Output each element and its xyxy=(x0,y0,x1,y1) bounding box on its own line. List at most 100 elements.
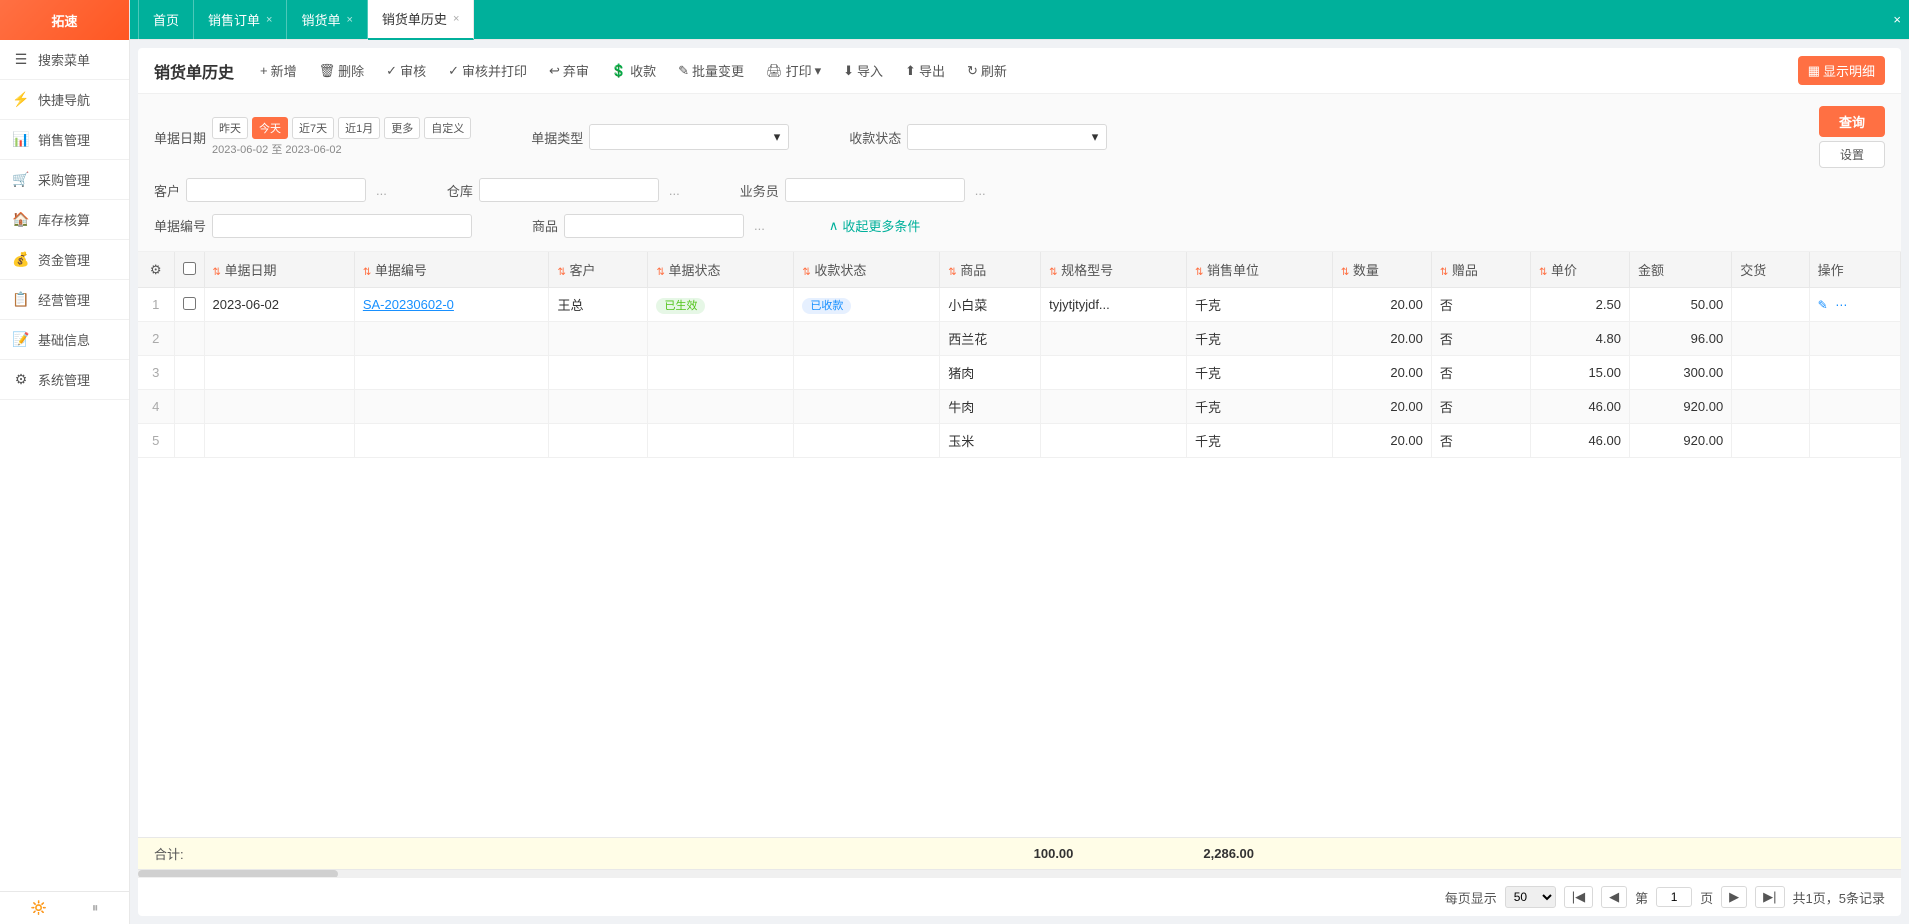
delete-button[interactable]: 🗑 删除 xyxy=(311,57,373,84)
row-pay-status xyxy=(794,390,940,424)
row-checkbox[interactable] xyxy=(174,322,204,356)
sales-staff-dots[interactable]: ... xyxy=(975,183,986,198)
import-button[interactable]: ⬇ 导入 xyxy=(835,57,891,84)
close-sales-goods-history-icon[interactable]: × xyxy=(453,13,459,25)
row-checkbox[interactable] xyxy=(174,288,204,322)
row-checkbox[interactable] xyxy=(174,424,204,458)
row-checkbox[interactable] xyxy=(174,390,204,424)
row-unit: 千克 xyxy=(1186,288,1332,322)
sidebar-bottom-icon1[interactable]: 🔆 xyxy=(31,900,47,916)
refresh-button[interactable]: ↻ 刷新 xyxy=(959,57,1015,84)
select-all-checkbox[interactable] xyxy=(183,262,196,275)
abandon-button[interactable]: ↩ 弃审 xyxy=(541,57,597,84)
scroll-area[interactable] xyxy=(138,869,1901,877)
audit-button[interactable]: ✓ 审核 xyxy=(378,57,434,84)
close-all-icon[interactable]: × xyxy=(1893,12,1901,27)
tab-sales-order[interactable]: 销售订单 × xyxy=(194,0,287,40)
col-qty[interactable]: ⇅ 数量 xyxy=(1332,252,1431,288)
tab-home[interactable]: 首页 xyxy=(138,0,194,40)
col-spec[interactable]: ⇅ 规格型号 xyxy=(1041,252,1187,288)
sidebar-item-operations[interactable]: 📋 经营管理 xyxy=(0,280,129,320)
sidebar-item-inventory[interactable]: 🏠 库存核算 xyxy=(0,200,129,240)
date-btn-1month[interactable]: 近1月 xyxy=(338,117,380,139)
col-action: 操作 xyxy=(1809,252,1900,288)
more-action-button[interactable]: ⋯ xyxy=(1835,298,1847,312)
sales-staff-input[interactable] xyxy=(785,178,965,202)
row-number[interactable]: SA-20230602-0 xyxy=(354,288,549,322)
date-btn-yesterday[interactable]: 昨天 xyxy=(212,117,248,139)
row-doc-status xyxy=(648,390,794,424)
close-sales-goods-icon[interactable]: × xyxy=(346,14,352,26)
sidebar-item-search-menu[interactable]: ☰ 搜索菜单 xyxy=(0,40,129,80)
doc-number-link[interactable]: SA-20230602-0 xyxy=(363,297,454,312)
row-number[interactable] xyxy=(354,424,549,458)
close-sales-order-icon[interactable]: × xyxy=(266,14,272,26)
col-customer[interactable]: ⇅ 客户 xyxy=(549,252,648,288)
row-checkbox[interactable] xyxy=(174,356,204,390)
row-amount: 920.00 xyxy=(1629,390,1731,424)
doc-number-input[interactable] xyxy=(212,214,472,238)
row-qty: 20.00 xyxy=(1332,390,1431,424)
filter-row-1: 单据日期 昨天 今天 近7天 近1月 更多 自定义 2023-06-02 至 2… xyxy=(154,106,1885,168)
customer-dots[interactable]: ... xyxy=(376,183,387,198)
sidebar-item-basic-info[interactable]: 📝 基础信息 xyxy=(0,320,129,360)
col-price[interactable]: ⇅ 单价 xyxy=(1530,252,1629,288)
payment-status-select[interactable]: ▾ xyxy=(907,124,1107,150)
sidebar-bottom-icon2[interactable]: ⏸ xyxy=(92,900,99,916)
new-button[interactable]: + 新增 xyxy=(252,57,305,84)
audit-print-button[interactable]: ✓ 审核并打印 xyxy=(440,57,535,84)
query-button[interactable]: 查询 xyxy=(1819,106,1885,137)
show-detail-button[interactable]: ▦ 显示明细 xyxy=(1798,56,1885,85)
sort-date-icon: ⇅ xyxy=(213,267,221,278)
page-number-input[interactable] xyxy=(1656,887,1692,907)
row-pay-status: 已收款 xyxy=(794,288,940,322)
doc-type-select[interactable]: ▾ xyxy=(589,124,789,150)
customer-input[interactable] xyxy=(186,178,366,202)
filter-date: 单据日期 昨天 今天 近7天 近1月 更多 自定义 2023-06-02 至 2… xyxy=(154,117,471,157)
col-date[interactable]: ⇅ 单据日期 xyxy=(204,252,354,288)
tab-sales-goods-history[interactable]: 销货单历史 × xyxy=(368,0,474,40)
col-gift[interactable]: ⇅ 赠品 xyxy=(1431,252,1530,288)
goods-dots[interactable]: ... xyxy=(754,218,765,233)
edit-action-button[interactable]: ✎ xyxy=(1818,298,1828,312)
sidebar-item-quick-nav[interactable]: ⚡ 快捷导航 xyxy=(0,80,129,120)
date-btn-custom[interactable]: 自定义 xyxy=(424,117,471,139)
row-number[interactable] xyxy=(354,390,549,424)
per-page-select[interactable]: 10 20 50 100 xyxy=(1505,886,1556,908)
sidebar-item-purchase-mgmt[interactable]: 🛒 采购管理 xyxy=(0,160,129,200)
next-page-button[interactable]: ▶ xyxy=(1721,886,1747,908)
batch-change-button[interactable]: ✎ 批量变更 xyxy=(670,57,752,84)
date-btn-today[interactable]: 今天 xyxy=(252,117,288,139)
col-settings[interactable]: ⚙ xyxy=(138,252,174,288)
filter-customer: 客户 ... xyxy=(154,178,387,202)
row-number[interactable] xyxy=(354,322,549,356)
sort-gift-icon: ⇅ xyxy=(1440,267,1448,278)
col-goods[interactable]: ⇅ 商品 xyxy=(940,252,1041,288)
sidebar-item-sys-mgmt[interactable]: ⚙ 系统管理 xyxy=(0,360,129,400)
sidebar-item-sales-mgmt[interactable]: 📊 销售管理 xyxy=(0,120,129,160)
warehouse-dots[interactable]: ... xyxy=(669,183,680,198)
col-unit[interactable]: ⇅ 销售单位 xyxy=(1186,252,1332,288)
col-doc-status[interactable]: ⇅ 单据状态 xyxy=(648,252,794,288)
col-pay-status[interactable]: ⇅ 收款状态 xyxy=(794,252,940,288)
sidebar-item-label: 库存核算 xyxy=(38,210,90,229)
collapse-button[interactable]: ∧ 收起更多条件 xyxy=(825,212,925,239)
row-number[interactable] xyxy=(354,356,549,390)
first-page-button[interactable]: |◀ xyxy=(1564,886,1593,908)
print-button[interactable]: 🖨 打印 ▾ xyxy=(758,57,829,84)
sidebar-item-finance[interactable]: 💰 资金管理 xyxy=(0,240,129,280)
date-btn-more[interactable]: 更多 xyxy=(384,117,420,139)
col-number[interactable]: ⇅ 单据编号 xyxy=(354,252,549,288)
receive-button[interactable]: 💲 收款 xyxy=(603,57,664,84)
export-button[interactable]: ⬆ 导出 xyxy=(897,57,953,84)
prev-page-button[interactable]: ◀ xyxy=(1601,886,1627,908)
date-btn-7days[interactable]: 近7天 xyxy=(292,117,334,139)
row-select-checkbox[interactable] xyxy=(183,297,196,310)
tab-sales-goods[interactable]: 销货单 × xyxy=(287,0,367,40)
warehouse-input[interactable] xyxy=(479,178,659,202)
settings-button[interactable]: 设置 xyxy=(1819,141,1885,168)
collapse-icon: ∧ xyxy=(829,218,839,234)
last-page-button[interactable]: ▶| xyxy=(1755,886,1784,908)
goods-input[interactable] xyxy=(564,214,744,238)
quick-nav-icon: ⚡ xyxy=(12,91,30,108)
